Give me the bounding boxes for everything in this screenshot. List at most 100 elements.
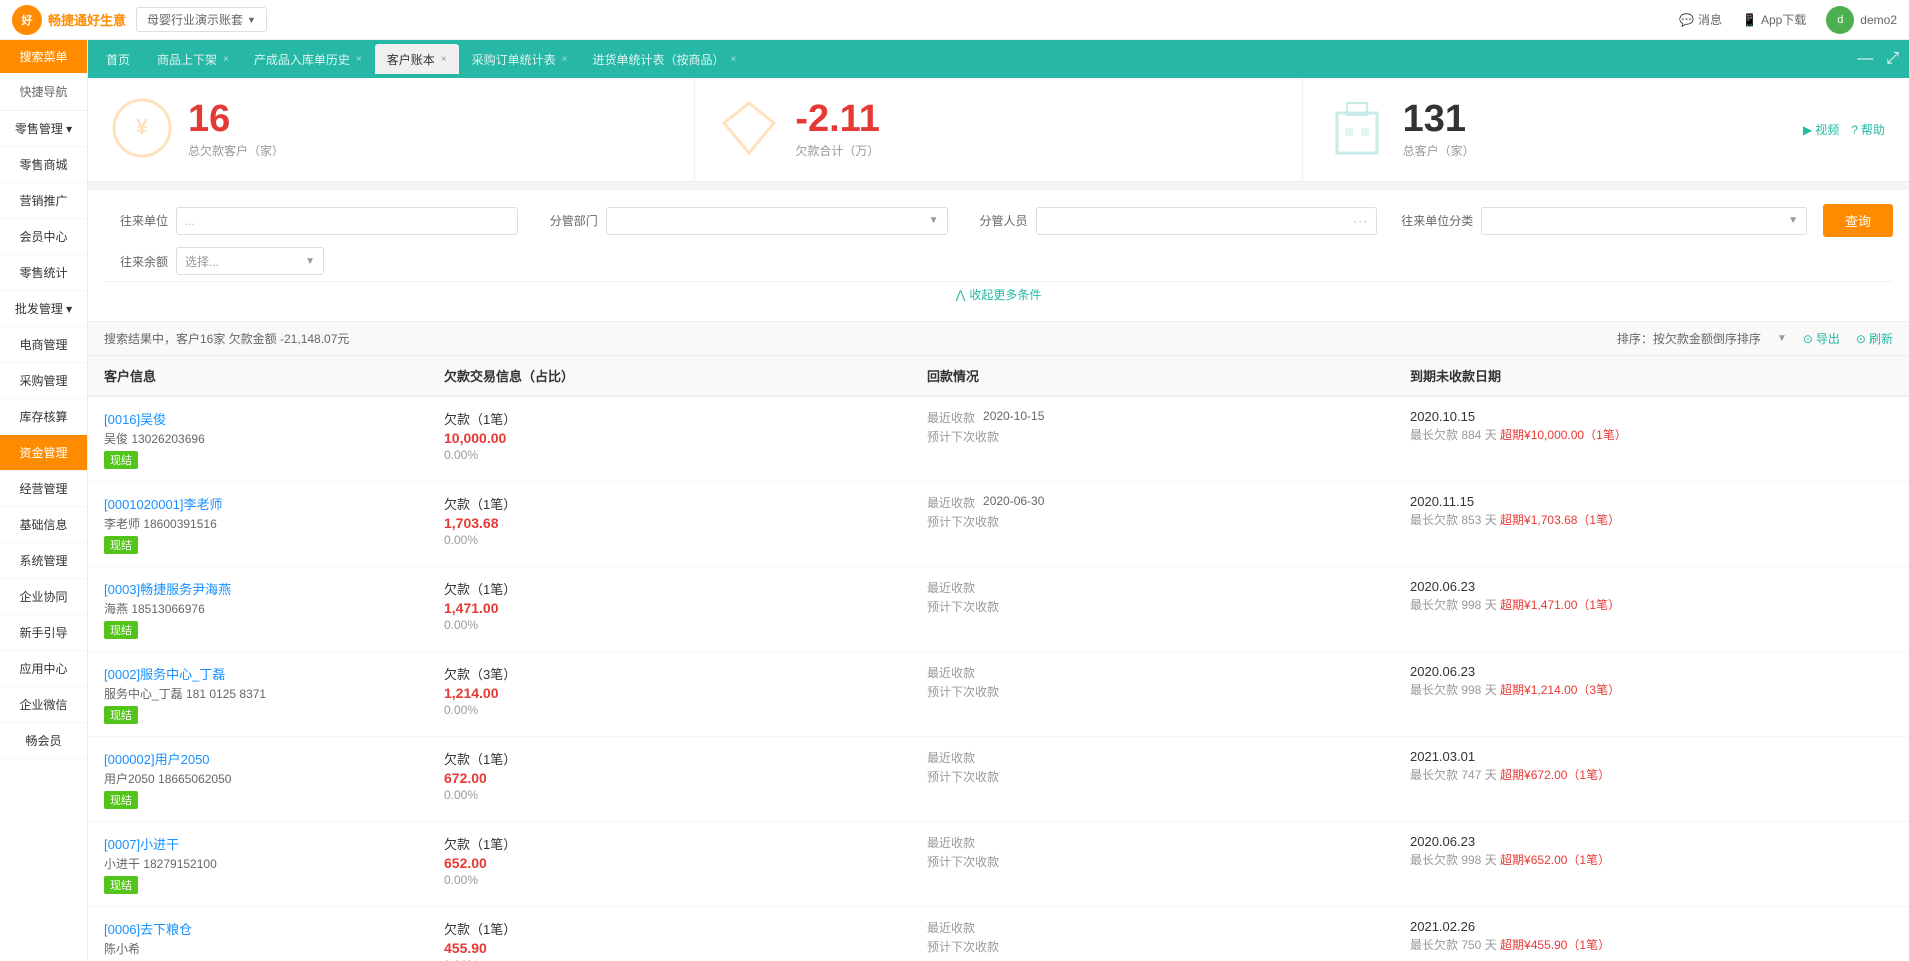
user-menu[interactable]: d demo2 [1826, 6, 1897, 34]
avatar: d [1826, 6, 1854, 34]
sidebar-item-enterprise[interactable]: 企业协同 [0, 579, 87, 615]
tab-minimize-icon[interactable]: — [1851, 50, 1879, 68]
table-row: [000002]用户2050 用户2050 18665062050 现结 欠款（… [88, 737, 1909, 822]
sidebar-item-retail-mall[interactable]: 零售商城 [0, 147, 87, 183]
sidebar-item-inventory[interactable]: 库存核算 [0, 399, 87, 435]
col-customer-info: 客户信息 [104, 366, 444, 385]
sidebar-item-wechat[interactable]: 企业微信 [0, 687, 87, 723]
tab-close-icon-3[interactable]: × [441, 54, 447, 65]
dots-icon: ··· [1353, 214, 1368, 228]
customer-name[interactable]: [0002]服务中心_丁磊 [104, 667, 225, 682]
sidebar-item-system[interactable]: 系统管理 [0, 543, 87, 579]
table-row: [0006]去下粮仓 陈小希 现结 欠款（1笔） 455.90 0.00% 最近… [88, 907, 1909, 961]
filter-input-unit[interactable]: ... [176, 207, 518, 235]
tab-close-icon[interactable]: × [223, 54, 229, 65]
customer-name[interactable]: [0003]畅捷服务尹海燕 [104, 582, 231, 597]
customer-name[interactable]: [0007]小进干 [104, 837, 179, 852]
chevron-sort-icon: ▼ [1777, 333, 1787, 344]
app-download-btn[interactable]: 📱 App下载 [1742, 11, 1806, 28]
customer-name[interactable]: [0016]吴俊 [104, 412, 166, 427]
sidebar-item-member[interactable]: 会员中心 [0, 219, 87, 255]
debt-ratio: 0.00% [444, 533, 927, 547]
company-selector[interactable]: 母婴行业演示账套 ▼ [136, 7, 267, 32]
table-row: [0001020001]李老师 李老师 18600391516 现结 欠款（1笔… [88, 482, 1909, 567]
filter-area: 往来单位 ... 分管部门 ▼ 分管人员 [88, 190, 1909, 321]
tab-close-icon-2[interactable]: × [356, 54, 362, 65]
coll-label: 最近收款 [927, 409, 975, 426]
tab-product[interactable]: 商品上下架 × [145, 44, 241, 74]
filter-select-balance[interactable]: 选择... ▼ [176, 247, 324, 275]
customer-name[interactable]: [0006]去下粮仓 [104, 922, 192, 937]
chevron-down-icon: ▼ [247, 15, 256, 25]
filter-item-balance: 往来余额 选择... ▼ [104, 247, 324, 275]
filter-item-person: 分管人员 ··· [964, 207, 1378, 235]
sidebar-item-operation[interactable]: 经营管理 [0, 471, 87, 507]
sidebar-item-purchase[interactable]: 采购管理 [0, 363, 87, 399]
sidebar-item-retail-mgmt[interactable]: 零售管理 ▾ [0, 111, 87, 147]
tab-close-icon-4[interactable]: × [562, 54, 568, 65]
filter-select-dept[interactable]: ▼ [606, 207, 948, 235]
customer-tag: 现结 [104, 536, 138, 554]
table-row: [0016]吴俊 吴俊 13026203696 现结 欠款（1笔） 10,000… [88, 397, 1909, 482]
chevron-down-icon-cat: ▼ [1788, 215, 1798, 226]
building-icon [1327, 98, 1387, 161]
stats-row: ¥ 16 总欠款客户（家） -2.11 欠款合计（万） [88, 78, 1909, 182]
next-coll-label: 预计下次收款 [927, 428, 1410, 445]
filter-select-category[interactable]: ▼ [1481, 207, 1807, 235]
coll-date: 2020-10-15 [983, 409, 1044, 426]
sidebar-item-ecommerce[interactable]: 电商管理 [0, 327, 87, 363]
help-btn[interactable]: ? 帮助 [1851, 121, 1885, 138]
message-icon: 💬 [1679, 13, 1694, 27]
tab-production[interactable]: 产成品入库单历史 × [242, 44, 374, 74]
sidebar-item-retail-stats[interactable]: 零售统计 [0, 255, 87, 291]
tab-purchase-stats2[interactable]: 进货单统计表（按商品） × [580, 44, 748, 74]
help-icon: ? [1851, 123, 1858, 137]
sidebar-item-member2[interactable]: 畅会员 [0, 723, 87, 759]
stat-number-customers: 16 [188, 100, 284, 138]
tab-purchase-stats[interactable]: 采购订单统计表 × [460, 44, 580, 74]
stat-number-amount: -2.11 [795, 100, 880, 138]
tab-customer-account[interactable]: 客户账本 × [375, 44, 459, 74]
sidebar-item-wholesale[interactable]: 批发管理 ▾ [0, 291, 87, 327]
video-btn[interactable]: ▶ 视频 [1803, 121, 1839, 138]
chevron-down-icon-dept: ▼ [929, 215, 939, 226]
sidebar-item-marketing[interactable]: 营销推广 [0, 183, 87, 219]
refresh-icon: ⊙ [1856, 332, 1866, 346]
debt-ratio: 0.00% [444, 448, 927, 462]
sidebar-item-guide[interactable]: 新手引导 [0, 615, 87, 651]
tab-maximize-icon[interactable]: ⤢ [1880, 50, 1905, 68]
sidebar-item-app-center[interactable]: 应用中心 [0, 651, 87, 687]
sidebar-item-finance[interactable]: 资金管理 [0, 435, 87, 471]
col-debt-info: 欠款交易信息（占比） [444, 366, 927, 385]
debt-amount: 10,000.00 [444, 430, 927, 446]
sidebar-item-basic-info[interactable]: 基础信息 [0, 507, 87, 543]
export-icon: ⊙ [1803, 332, 1813, 346]
export-btn[interactable]: ⊙ 导出 [1803, 330, 1840, 347]
tab-close-icon-5[interactable]: × [730, 54, 736, 65]
tab-bar: 首页 商品上下架 × 产成品入库单历史 × 客户账本 × 采购订单统计表 × 进… [88, 40, 1909, 78]
refresh-btn[interactable]: ⊙ 刷新 [1856, 330, 1893, 347]
tab-home[interactable]: 首页 [92, 44, 144, 74]
collapse-button[interactable]: ⋀ 收起更多条件 [956, 286, 1042, 303]
logo: 好 畅捷通好生意 [12, 5, 126, 35]
filter-input-person[interactable]: ··· [1036, 207, 1378, 235]
sidebar: 搜索菜单 快捷导航 零售管理 ▾ 零售商城 营销推广 会员中心 零售统计 批发管… [0, 40, 88, 961]
due-date: 2020.10.15 [1410, 409, 1893, 424]
debt-amount: 1,703.68 [444, 515, 927, 531]
yuan-icon: ¥ [112, 98, 172, 161]
table-container: 客户信息 欠款交易信息（占比） 回款情况 到期未收款日期 [0016]吴俊 吴俊… [88, 356, 1909, 961]
sidebar-quick-nav[interactable]: 快捷导航 [0, 73, 87, 111]
message-btn[interactable]: 💬 消息 [1679, 11, 1722, 28]
sort-label[interactable]: 排序：按欠款金额倒序排序 [1617, 330, 1761, 347]
filter-label-category: 往来单位分类 [1393, 212, 1473, 229]
content-area: 首页 商品上下架 × 产成品入库单历史 × 客户账本 × 采购订单统计表 × 进… [88, 40, 1909, 961]
collapse-row: ⋀ 收起更多条件 [104, 281, 1893, 307]
app-name: 畅捷通好生意 [48, 10, 126, 29]
overdue-amount[interactable]: 超期¥10,000.00（1笔） [1500, 428, 1627, 442]
search-button[interactable]: 查询 [1823, 204, 1893, 237]
stat-label-amount: 欠款合计（万） [795, 142, 880, 159]
customer-name[interactable]: [000002]用户2050 [104, 752, 210, 767]
customer-tag: 现结 [104, 451, 138, 469]
customer-name[interactable]: [0001020001]李老师 [104, 497, 223, 512]
sidebar-search[interactable]: 搜索菜单 [0, 40, 87, 73]
